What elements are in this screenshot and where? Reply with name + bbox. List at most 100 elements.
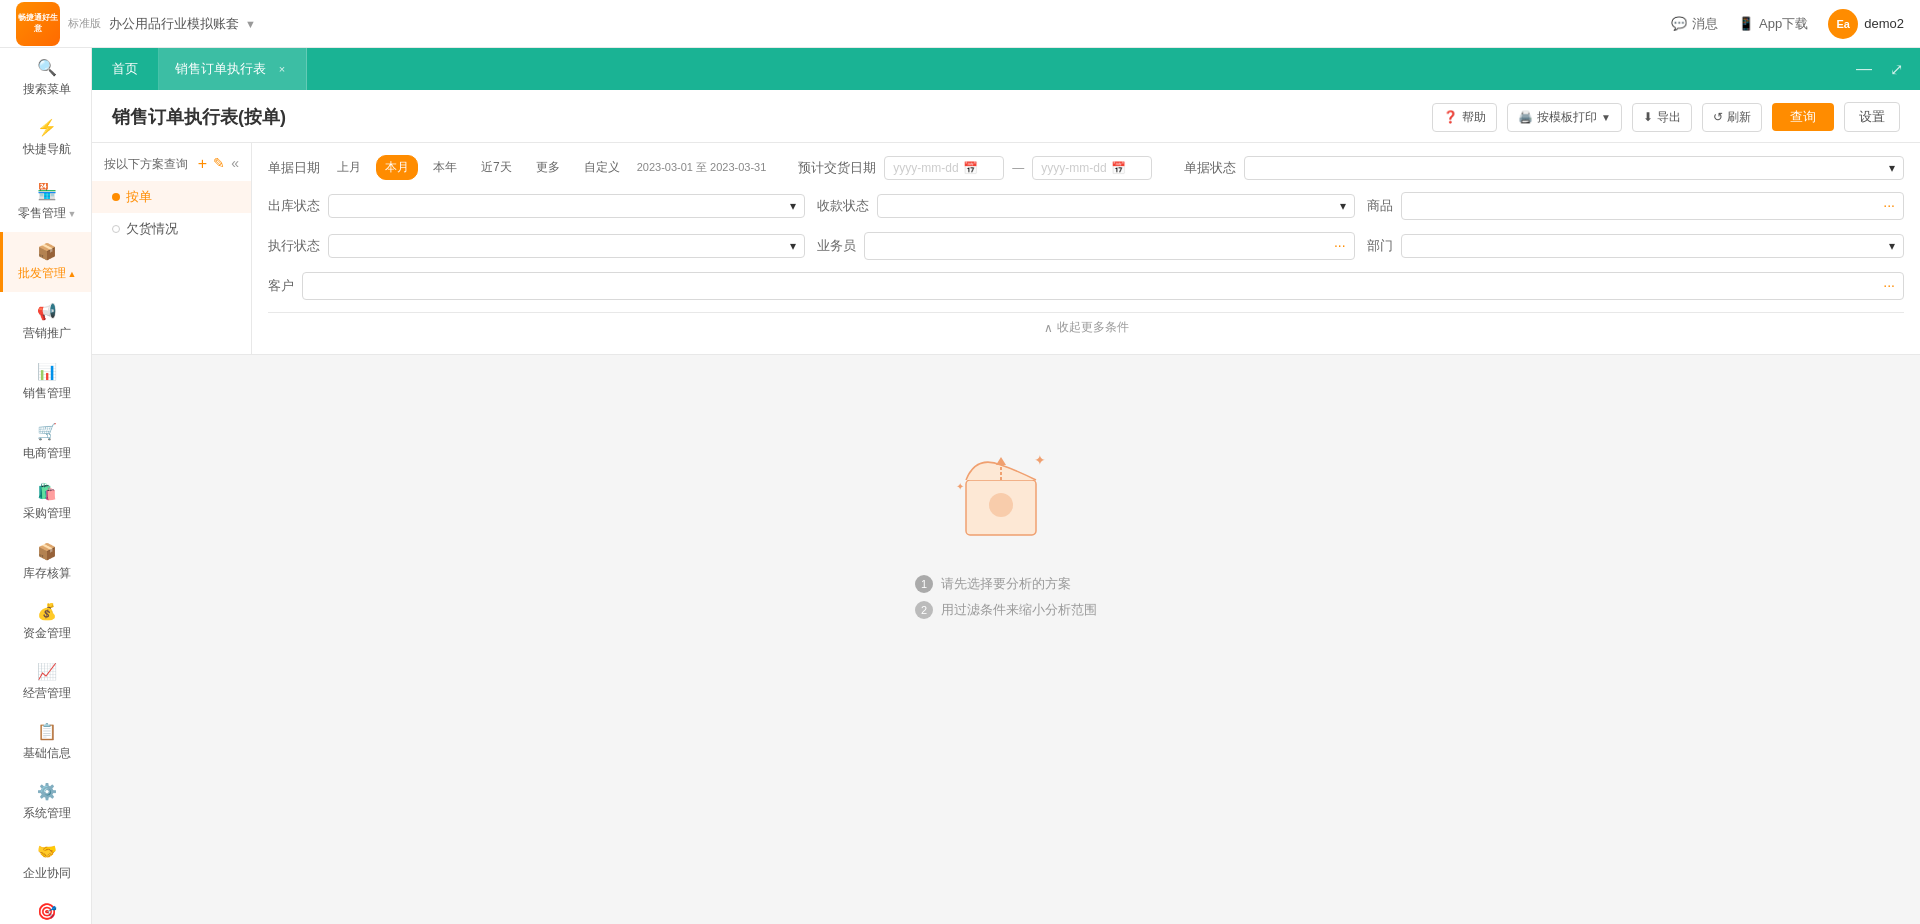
app-title-area: 办公用品行业模拟账套 ▼ [109,15,256,33]
goods-input[interactable]: ··· [1401,192,1904,220]
sidebar-item-retail[interactable]: 🏪 零售管理 ▼ [0,172,91,232]
app-title-dropdown-icon[interactable]: ▼ [245,18,256,30]
sales-icon: 📊 [37,362,57,381]
guide-icon: 🎯 [37,902,57,921]
filter-content: 单据日期 上月 本月 本年 近7天 更多 自定义 2023-03-01 至 20… [252,143,1920,354]
filter-nav-item-按单[interactable]: 按单 [92,181,251,213]
top-header: 畅捷通好生意 标准版 办公用品行业模拟账套 ▼ 💬 消息 📱 App下载 Ea … [0,0,1920,48]
settings-button[interactable]: 设置 [1844,102,1900,132]
tab-minimize-button[interactable]: — [1852,57,1876,81]
receipt-status-select[interactable]: ▾ [877,194,1354,218]
filter-add-button[interactable]: + [198,155,207,173]
export-button[interactable]: ⬇ 导出 [1632,103,1692,132]
sidebar-item-ecommerce[interactable]: 🛒 电商管理 [0,412,91,472]
sidebar-item-system[interactable]: ⚙️ 系统管理 [0,772,91,832]
filter-edit-button[interactable]: ✎ [213,155,225,173]
sidebar-item-guide[interactable]: 🎯 新手引导 [0,892,91,924]
customer-ellipsis[interactable]: ··· [1883,277,1895,295]
main-layout: 🔍 搜索菜单 ⚡ 快捷导航 🏪 零售管理 ▼ 📦 批发管理 ▲ 📢 营销推广 [0,48,1920,924]
calendar-start-icon: 📅 [963,161,978,175]
filter-panel: 按以下方案查询 + ✎ « 按单 欠货情况 [92,143,1920,355]
filter-nav-item-欠货情况[interactable]: 欠货情况 [92,213,251,245]
delivery-status-select[interactable]: ▾ [328,194,805,218]
tab-active[interactable]: 销售订单执行表 × [159,48,307,90]
filter-collapse-button[interactable]: « [231,155,239,173]
sidebar-item-quicknav[interactable]: ⚡ 快捷导航 [0,108,91,168]
date-this-year-btn[interactable]: 本年 [424,155,466,180]
date-7days-btn[interactable]: 近7天 [472,155,521,180]
exec-status-label: 执行状态 [268,237,320,255]
message-button[interactable]: 💬 消息 [1671,15,1718,33]
query-button[interactable]: 查询 [1772,103,1834,131]
filter-sidebar-title-label: 按以下方案查询 [104,156,188,173]
sidebar-item-operations[interactable]: 📈 经营管理 [0,652,91,712]
sidebar-item-inventory[interactable]: 📦 库存核算 [0,532,91,592]
tab-home[interactable]: 首页 [92,48,159,90]
filter-date-item: 单据日期 上月 本月 本年 近7天 更多 自定义 2023-03-01 至 20… [268,155,766,180]
sidebar-item-inventory-label: 库存核算 [23,565,71,582]
date-custom-btn[interactable]: 自定义 [575,155,629,180]
inventory-icon: 📦 [37,542,57,561]
sidebar-item-basic-info[interactable]: 📋 基础信息 [0,712,91,772]
exec-status-select[interactable]: ▾ [328,234,805,258]
empty-steps-list: 1 请先选择要分析的方案 2 用过滤条件来缩小分析范围 [915,575,1097,627]
retail-icon: 🏪 [37,182,57,201]
brand-subtitle: 标准版 [68,16,101,31]
tab-maximize-button[interactable]: ⤢ [1884,57,1908,81]
delivery-status-label: 出库状态 [268,197,320,215]
page-header: 销售订单执行表(按单) ❓ 帮助 🖨️ 按模板打印 ▼ ⬇ [92,90,1920,143]
goods-ellipsis[interactable]: ··· [1883,197,1895,215]
tab-home-label: 首页 [112,60,138,78]
wholesale-expand-icon: ▲ [68,269,77,279]
sidebar-item-finance[interactable]: 💰 资金管理 [0,592,91,652]
date-range-text: 2023-03-01 至 2023-03-31 [637,160,767,175]
filter-dept-col: 部门 ▾ [1367,234,1904,258]
customer-input[interactable]: ··· [302,272,1904,300]
avatar: Ea [1828,9,1858,39]
tab-close-button[interactable]: × [274,61,290,77]
empty-step-1: 1 请先选择要分析的方案 [915,575,1097,593]
sidebar-item-enterprise[interactable]: 🤝 企业协同 [0,832,91,892]
empty-illustration: ✦ ✦ [946,435,1066,555]
filter-row-1: 单据日期 上月 本月 本年 近7天 更多 自定义 2023-03-01 至 20… [268,155,1904,180]
expected-date-end-input[interactable]: yyyy-mm-dd 📅 [1032,156,1152,180]
filter-delivery-col: 出库状态 ▾ [268,194,805,218]
date-buttons-group: 上月 本月 本年 近7天 更多 自定义 [328,155,629,180]
sidebar-item-marketing[interactable]: 📢 营销推广 [0,292,91,352]
sidebar-item-sales[interactable]: 📊 销售管理 [0,352,91,412]
date-prev-month-btn[interactable]: 上月 [328,155,370,180]
salesperson-input[interactable]: ··· [864,232,1354,260]
step-1-text: 请先选择要分析的方案 [941,575,1071,593]
date-more-btn[interactable]: 更多 [527,155,569,180]
sidebar-item-search-label: 搜索菜单 [23,81,71,98]
refresh-button[interactable]: ↺ 刷新 [1702,103,1762,132]
status-label: 单据状态 [1184,159,1236,177]
download-icon: 📱 [1738,16,1754,31]
app-download-button[interactable]: 📱 App下载 [1738,15,1808,33]
date-current-month-btn[interactable]: 本月 [376,155,418,180]
sidebar-item-basic-info-label: 基础信息 [23,745,71,762]
enterprise-icon: 🤝 [37,842,57,861]
operations-icon: 📈 [37,662,57,681]
expected-date-label: 预计交货日期 [798,159,876,177]
help-button[interactable]: ❓ 帮助 [1432,103,1497,132]
delivery-dropdown-icon: ▾ [790,199,796,213]
collapse-button[interactable]: ∧ 收起更多条件 [268,312,1904,342]
sidebar-item-wholesale[interactable]: 📦 批发管理 ▲ [0,232,91,292]
filter-goods-col: 商品 ··· [1367,192,1904,220]
tab-bar: 首页 销售订单执行表 × — ⤢ [92,48,1920,90]
svg-text:✦: ✦ [956,481,964,492]
print-button[interactable]: 🖨️ 按模板打印 ▼ [1507,103,1622,132]
search-menu-icon: 🔍 [37,58,57,77]
expected-date-start-input[interactable]: yyyy-mm-dd 📅 [884,156,1004,180]
status-select[interactable]: ▾ [1244,156,1904,180]
salesperson-ellipsis[interactable]: ··· [1334,237,1346,255]
sidebar-item-enterprise-label: 企业协同 [23,865,71,882]
empty-step-2: 2 用过滤条件来缩小分析范围 [915,601,1097,619]
exec-dropdown-icon: ▾ [790,239,796,253]
print-icon: 🖨️ [1518,110,1533,124]
user-profile[interactable]: Ea demo2 [1828,9,1904,39]
sidebar-item-search[interactable]: 🔍 搜索菜单 [0,48,91,108]
dept-select[interactable]: ▾ [1401,234,1904,258]
sidebar-item-purchase[interactable]: 🛍️ 采购管理 [0,472,91,532]
